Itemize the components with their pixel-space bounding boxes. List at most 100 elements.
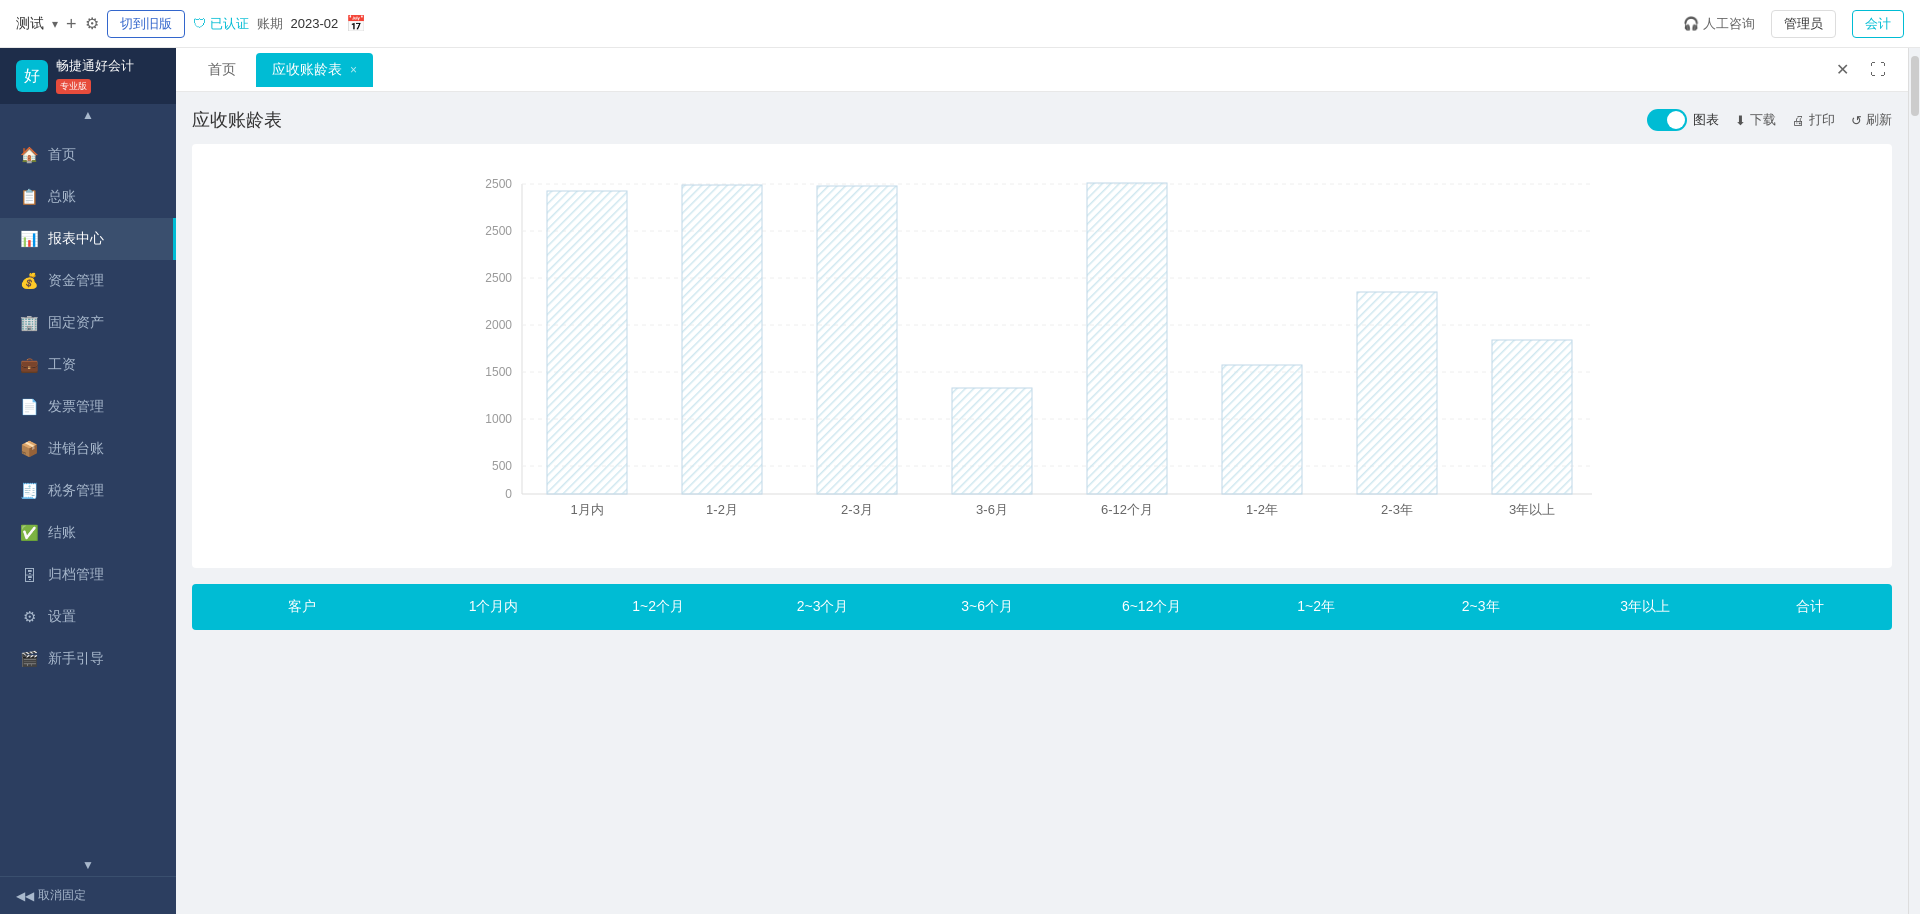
sidebar-item-home[interactable]: 🏠 首页 xyxy=(0,134,176,176)
sales-icon: 📦 xyxy=(20,440,38,458)
certified-text: 已认证 xyxy=(210,15,249,33)
sidebar-item-sales[interactable]: 📦 进销台账 xyxy=(0,428,176,470)
download-button[interactable]: ⬇ 下载 xyxy=(1735,111,1776,129)
svg-text:2-3年: 2-3年 xyxy=(1381,502,1413,517)
project-dropdown-icon[interactable]: ▾ xyxy=(52,17,58,31)
ledger-icon: 📋 xyxy=(20,188,38,206)
sidebar-item-settings[interactable]: ⚙ 设置 xyxy=(0,596,176,638)
scroll-down-arrow[interactable]: ▼ xyxy=(0,854,176,876)
sidebar-item-label: 首页 xyxy=(48,146,76,164)
archive-icon: 🗄 xyxy=(20,566,38,584)
tax-icon: 🧾 xyxy=(20,482,38,500)
refresh-button[interactable]: ↺ 刷新 xyxy=(1851,111,1892,129)
sidebar-item-label: 结账 xyxy=(48,524,76,542)
sidebar-item-assets[interactable]: 🏢 固定资产 xyxy=(0,302,176,344)
edition-badge: 专业版 xyxy=(56,79,91,94)
sidebar-item-closing[interactable]: ✅ 结账 xyxy=(0,512,176,554)
logo-icon: 好 xyxy=(16,60,48,92)
sidebar-item-label: 资金管理 xyxy=(48,272,104,290)
tab-home[interactable]: 首页 xyxy=(192,53,252,87)
th-3-6month: 3~6个月 xyxy=(905,584,1070,630)
sidebar-item-ledger[interactable]: 📋 总账 xyxy=(0,176,176,218)
th-1-2year: 1~2年 xyxy=(1234,584,1399,630)
toggle-thumb xyxy=(1667,111,1685,129)
sidebar-item-archive[interactable]: 🗄 归档管理 xyxy=(0,554,176,596)
chart-container: 2500 2500 2500 2000 1500 1000 500 0 xyxy=(192,144,1892,568)
settings-icon[interactable]: ⚙ xyxy=(85,14,99,33)
topbar: 测试 ▾ + ⚙ 切到旧版 🛡 已认证 账期 2023-02 📅 🎧 人工咨询 … xyxy=(0,0,1920,48)
sidebar-item-guide[interactable]: 🎬 新手引导 xyxy=(0,638,176,680)
sidebar-item-label: 归档管理 xyxy=(48,566,104,584)
scroll-up-arrow[interactable]: ▲ xyxy=(0,104,176,126)
table-container: 客户 1个月内 1~2个月 2~3个月 3~6个月 6~12个月 1~2年 2~… xyxy=(192,584,1892,630)
settings-nav-icon: ⚙ xyxy=(20,608,38,626)
certified-badge: 🛡 已认证 xyxy=(193,15,249,33)
project-name: 测试 xyxy=(16,15,44,33)
th-2-3year: 2~3年 xyxy=(1398,584,1563,630)
admin-button[interactable]: 管理员 xyxy=(1771,10,1836,38)
headset-icon: 🎧 xyxy=(1683,16,1699,31)
right-scrollbar[interactable] xyxy=(1908,48,1920,914)
cancel-fixed-button[interactable]: ◀◀ 取消固定 xyxy=(0,876,176,914)
certified-icon: 🛡 xyxy=(193,16,206,31)
svg-text:1-2年: 1-2年 xyxy=(1246,502,1278,517)
download-label: 下载 xyxy=(1750,111,1776,129)
print-label: 打印 xyxy=(1809,111,1835,129)
sidebar-item-label: 税务管理 xyxy=(48,482,104,500)
tab-icons: ✕ ⛶ xyxy=(1828,56,1892,84)
page-title: 应收账龄表 xyxy=(192,108,282,132)
home-icon: 🏠 xyxy=(20,146,38,164)
download-icon: ⬇ xyxy=(1735,113,1746,128)
print-button[interactable]: 🖨 打印 xyxy=(1792,111,1835,129)
sidebar-item-invoice[interactable]: 📄 发票管理 xyxy=(0,386,176,428)
th-customer: 客户 xyxy=(192,584,411,630)
svg-text:1-2月: 1-2月 xyxy=(706,502,738,517)
bar-4 xyxy=(952,388,1032,494)
page-header: 应收账龄表 图表 ⬇ 下载 🖨 打印 xyxy=(192,108,1892,132)
add-button[interactable]: + xyxy=(66,15,77,33)
page-actions: 图表 ⬇ 下载 🖨 打印 ↺ 刷新 xyxy=(1647,109,1892,131)
sidebar: 好 畅捷通好会计 专业版 ▲ 🏠 首页 📋 总账 📊 报表中心 💰 资金管 xyxy=(0,48,176,914)
assets-icon: 🏢 xyxy=(20,314,38,332)
logo-area: 好 畅捷通好会计 专业版 xyxy=(0,48,176,104)
scrollbar-thumb[interactable] xyxy=(1911,56,1919,116)
svg-text:2500: 2500 xyxy=(485,224,512,238)
main-layout: 好 畅捷通好会计 专业版 ▲ 🏠 首页 📋 总账 📊 报表中心 💰 资金管 xyxy=(0,48,1920,914)
sidebar-item-reports[interactable]: 📊 报表中心 xyxy=(0,218,176,260)
print-icon: 🖨 xyxy=(1792,113,1805,128)
sidebar-item-label: 报表中心 xyxy=(48,230,104,248)
sidebar-item-label: 发票管理 xyxy=(48,398,104,416)
svg-text:6-12个月: 6-12个月 xyxy=(1101,502,1153,517)
funds-icon: 💰 xyxy=(20,272,38,290)
calendar-icon[interactable]: 📅 xyxy=(346,14,366,33)
tab-aging[interactable]: 应收账龄表 × xyxy=(256,53,373,87)
toggle-track[interactable] xyxy=(1647,109,1687,131)
svg-text:2500: 2500 xyxy=(485,177,512,191)
reports-icon: 📊 xyxy=(20,230,38,248)
svg-text:500: 500 xyxy=(492,459,512,473)
bar-8 xyxy=(1492,340,1572,494)
sidebar-item-label: 新手引导 xyxy=(48,650,104,668)
close-window-icon[interactable]: ✕ xyxy=(1828,56,1856,84)
svg-text:2500: 2500 xyxy=(485,271,512,285)
accounting-button[interactable]: 会计 xyxy=(1852,10,1904,38)
tab-close-icon[interactable]: × xyxy=(350,63,357,77)
topbar-right: 🎧 人工咨询 管理员 会计 xyxy=(1683,10,1904,38)
bar-5 xyxy=(1087,183,1167,494)
sidebar-item-label: 工资 xyxy=(48,356,76,374)
sidebar-item-funds[interactable]: 💰 资金管理 xyxy=(0,260,176,302)
refresh-icon: ↺ xyxy=(1851,113,1862,128)
nav-items: 🏠 首页 📋 总账 📊 报表中心 💰 资金管理 🏢 固定资产 💼 工资 xyxy=(0,126,176,854)
bar-3 xyxy=(817,186,897,494)
th-6-12month: 6~12个月 xyxy=(1069,584,1234,630)
support-button[interactable]: 🎧 人工咨询 xyxy=(1683,15,1755,33)
bar-chart: 2500 2500 2500 2000 1500 1000 500 0 xyxy=(212,164,1872,544)
svg-text:2-3月: 2-3月 xyxy=(841,502,873,517)
sidebar-item-salary[interactable]: 💼 工资 xyxy=(0,344,176,386)
sidebar-item-tax[interactable]: 🧾 税务管理 xyxy=(0,470,176,512)
expand-icon[interactable]: ⛶ xyxy=(1864,56,1892,84)
switch-version-button[interactable]: 切到旧版 xyxy=(107,10,185,38)
chart-toggle[interactable]: 图表 xyxy=(1647,109,1719,131)
guide-icon: 🎬 xyxy=(20,650,38,668)
closing-icon: ✅ xyxy=(20,524,38,542)
